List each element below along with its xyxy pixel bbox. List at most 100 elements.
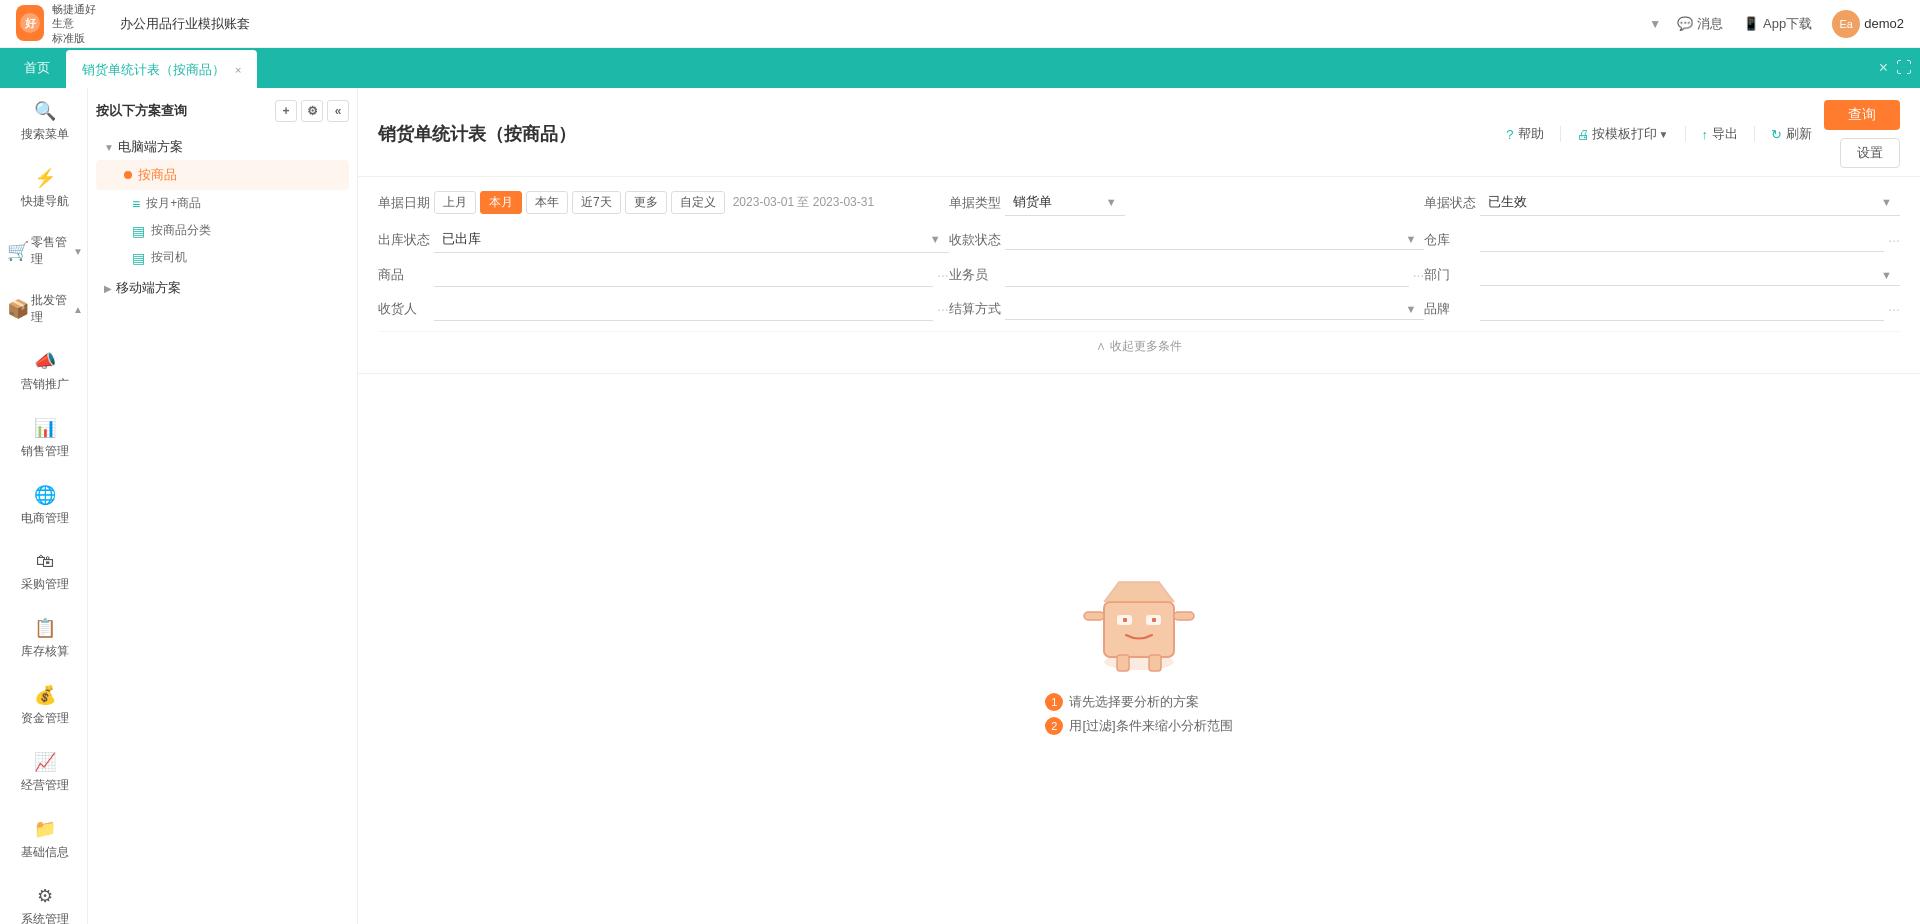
scheme-collapse-btn[interactable]: « bbox=[327, 100, 349, 122]
filter-area: 单据日期 上月 本月 本年 近7天 更多 自定义 2023-03-01 至 20… bbox=[358, 177, 1920, 374]
tree-group-mobile-header[interactable]: ▶ 移动端方案 bbox=[96, 275, 349, 301]
print-btn[interactable]: 🖨 按模板打印 ▼ bbox=[1577, 125, 1669, 143]
sidebar-item-inventory[interactable]: 📋 库存核算 bbox=[0, 605, 87, 672]
date-range-text: 2023-03-01 至 2023-03-31 bbox=[733, 194, 874, 211]
sidebar: 🔍 搜索菜单 ⚡ 快捷导航 🛒 零售管理 ▼ 📦 批发管理 ▲ 📣 营销推广 📊… bbox=[0, 88, 88, 924]
tree-collapse-arrow-icon: ▶ bbox=[104, 283, 112, 294]
date-field: 单据日期 上月 本月 本年 近7天 更多 自定义 2023-03-01 至 20… bbox=[378, 191, 949, 214]
receiver-input[interactable] bbox=[434, 297, 933, 321]
sidebar-item-retail[interactable]: 🛒 零售管理 ▼ bbox=[0, 222, 87, 280]
sidebar-item-wholesale[interactable]: 📦 批发管理 ▲ bbox=[0, 280, 87, 338]
product-dots-icon[interactable]: ··· bbox=[937, 267, 949, 283]
receiver-field: 收货人 ··· bbox=[378, 297, 949, 321]
payment-select[interactable]: ▼ bbox=[1005, 299, 1425, 320]
sales-icon: 📊 bbox=[34, 417, 56, 439]
sidebar-item-marketing[interactable]: 📣 营销推广 bbox=[0, 338, 87, 405]
app-download-btn[interactable]: 📱 App下载 bbox=[1743, 15, 1812, 33]
sidebar-item-purchase[interactable]: 🛍 采购管理 bbox=[0, 539, 87, 605]
tab-home[interactable]: 首页 bbox=[8, 48, 66, 88]
date-label: 单据日期 bbox=[378, 194, 434, 212]
export-btn[interactable]: ↑ 导出 bbox=[1702, 125, 1739, 143]
brand-dots-icon[interactable]: ··· bbox=[1888, 301, 1900, 317]
tab-maximize-btn[interactable]: ⛶ bbox=[1896, 59, 1912, 77]
tree-item-by-product[interactable]: 按商品 bbox=[96, 160, 349, 190]
date-last-7-btn[interactable]: 近7天 bbox=[572, 191, 621, 214]
help-btn[interactable]: ? 帮助 bbox=[1506, 125, 1543, 143]
logo-text: 畅捷通好生意 标准版 bbox=[52, 2, 104, 45]
type-select-arrow-icon: ▼ bbox=[1106, 196, 1117, 208]
tab-close-icon[interactable]: × bbox=[235, 64, 241, 76]
retail-icon: 🛒 bbox=[7, 240, 29, 262]
svg-rect-12 bbox=[1149, 655, 1161, 671]
inner-layout: 按以下方案查询 + ⚙ « ▼ 电脑端方案 bbox=[88, 88, 1920, 924]
query-button[interactable]: 查询 bbox=[1824, 100, 1900, 130]
date-this-year-btn[interactable]: 本年 bbox=[526, 191, 568, 214]
hint-2-number: 2 bbox=[1045, 717, 1063, 735]
message-btn[interactable]: 💬 消息 bbox=[1677, 15, 1723, 33]
scheme-settings-btn[interactable]: ⚙ bbox=[301, 100, 323, 122]
sidebar-item-system[interactable]: ⚙ 系统管理 bbox=[0, 873, 87, 924]
sidebar-item-ecom[interactable]: 🌐 电商管理 bbox=[0, 472, 87, 539]
user-area[interactable]: Ea demo2 bbox=[1832, 10, 1904, 38]
status-select[interactable]: 已生效 ▼ bbox=[1480, 189, 1900, 216]
date-this-month-btn[interactable]: 本月 bbox=[480, 191, 522, 214]
payment-arrow-icon: ▼ bbox=[1405, 303, 1416, 315]
inventory-icon: 📋 bbox=[34, 617, 56, 639]
sub-item-icon-cashier: ▤ bbox=[132, 250, 145, 266]
warehouse-input[interactable] bbox=[1480, 228, 1884, 252]
out-status-select[interactable]: 已出库 ▼ bbox=[434, 226, 949, 253]
date-range-buttons: 上月 本月 本年 近7天 更多 自定义 2023-03-01 至 2023-03… bbox=[434, 191, 874, 214]
sidebar-item-quick-nav[interactable]: ⚡ 快捷导航 bbox=[0, 155, 87, 222]
receive-status-select[interactable]: ▼ bbox=[1005, 229, 1425, 250]
sidebar-item-sales[interactable]: 📊 销售管理 bbox=[0, 405, 87, 472]
sidebar-item-finance[interactable]: 💰 资金管理 bbox=[0, 672, 87, 739]
empty-illustration bbox=[1079, 557, 1199, 677]
tree-sub-by-month-product[interactable]: ≡ 按月+商品 bbox=[96, 190, 349, 217]
tab-active[interactable]: 销货单统计表（按商品） × bbox=[66, 50, 257, 90]
receive-status-field: 收款状态 ▼ bbox=[949, 229, 1425, 250]
product-input[interactable] bbox=[434, 263, 933, 287]
date-last-month-btn[interactable]: 上月 bbox=[434, 191, 476, 214]
message-icon: 💬 bbox=[1677, 16, 1693, 31]
tree-group-desktop-header[interactable]: ▼ 电脑端方案 bbox=[96, 134, 349, 160]
date-more-btn[interactable]: 更多 bbox=[625, 191, 667, 214]
dept-arrow-icon: ▼ bbox=[1881, 269, 1892, 281]
warehouse-dots-icon[interactable]: ··· bbox=[1888, 232, 1900, 248]
brand-input[interactable] bbox=[1480, 297, 1884, 321]
dept-select[interactable]: ▼ bbox=[1480, 265, 1900, 286]
breadcrumb-arrow-icon[interactable]: ▼ bbox=[1649, 17, 1661, 31]
content-area: 按以下方案查询 + ⚙ « ▼ 电脑端方案 bbox=[88, 88, 1920, 924]
receiver-dots-icon[interactable]: ··· bbox=[937, 301, 949, 317]
tree-sub-by-cashier[interactable]: ▤ 按司机 bbox=[96, 244, 349, 271]
search-icon: 🔍 bbox=[34, 100, 56, 122]
sidebar-item-base[interactable]: 📁 基础信息 bbox=[0, 806, 87, 873]
collapse-btn[interactable]: ∧ 收起更多条件 bbox=[378, 331, 1900, 361]
top-bar: 好 畅捷通好生意 标准版 办公用品行业模拟账套 ▼ 💬 消息 📱 App下载 E… bbox=[0, 0, 1920, 48]
hint-1-number: 1 bbox=[1045, 693, 1063, 711]
tab-minimize-btn[interactable]: × bbox=[1879, 59, 1888, 77]
top-right-actions: 💬 消息 📱 App下载 Ea demo2 bbox=[1677, 10, 1904, 38]
filter-row-3: 商品 ··· 业务员 ··· 部门 bbox=[378, 263, 1900, 287]
scheme-panel-header: 按以下方案查询 + ⚙ « bbox=[96, 100, 349, 122]
tree-group-desktop: ▼ 电脑端方案 按商品 ≡ 按月+商品 bbox=[96, 134, 349, 271]
product-label: 商品 bbox=[378, 266, 434, 284]
staff-dots-icon[interactable]: ··· bbox=[1413, 267, 1425, 283]
ecom-icon: 🌐 bbox=[34, 484, 56, 506]
sidebar-item-search[interactable]: 🔍 搜索菜单 bbox=[0, 88, 87, 155]
staff-input[interactable] bbox=[1005, 263, 1409, 287]
filter-row-4: 收货人 ··· 结算方式 ▼ 品牌 bbox=[378, 297, 1900, 321]
tree-sub-by-product-category[interactable]: ▤ 按商品分类 bbox=[96, 217, 349, 244]
settings-button[interactable]: 设置 bbox=[1840, 138, 1900, 168]
refresh-btn[interactable]: ↻ 刷新 bbox=[1771, 125, 1812, 143]
sidebar-item-operation[interactable]: 📈 经营管理 bbox=[0, 739, 87, 806]
scheme-add-btn[interactable]: + bbox=[275, 100, 297, 122]
date-custom-btn[interactable]: 自定义 bbox=[671, 191, 725, 214]
svg-text:好: 好 bbox=[24, 17, 37, 29]
help-icon: ? bbox=[1506, 127, 1513, 142]
out-status-label: 出库状态 bbox=[378, 231, 434, 249]
scheme-panel: 按以下方案查询 + ⚙ « ▼ 电脑端方案 bbox=[88, 88, 358, 924]
dept-label: 部门 bbox=[1424, 266, 1480, 284]
product-field: 商品 ··· bbox=[378, 263, 949, 287]
type-select[interactable]: 销货单 ▼ bbox=[1005, 189, 1125, 216]
out-status-arrow-icon: ▼ bbox=[930, 233, 941, 245]
